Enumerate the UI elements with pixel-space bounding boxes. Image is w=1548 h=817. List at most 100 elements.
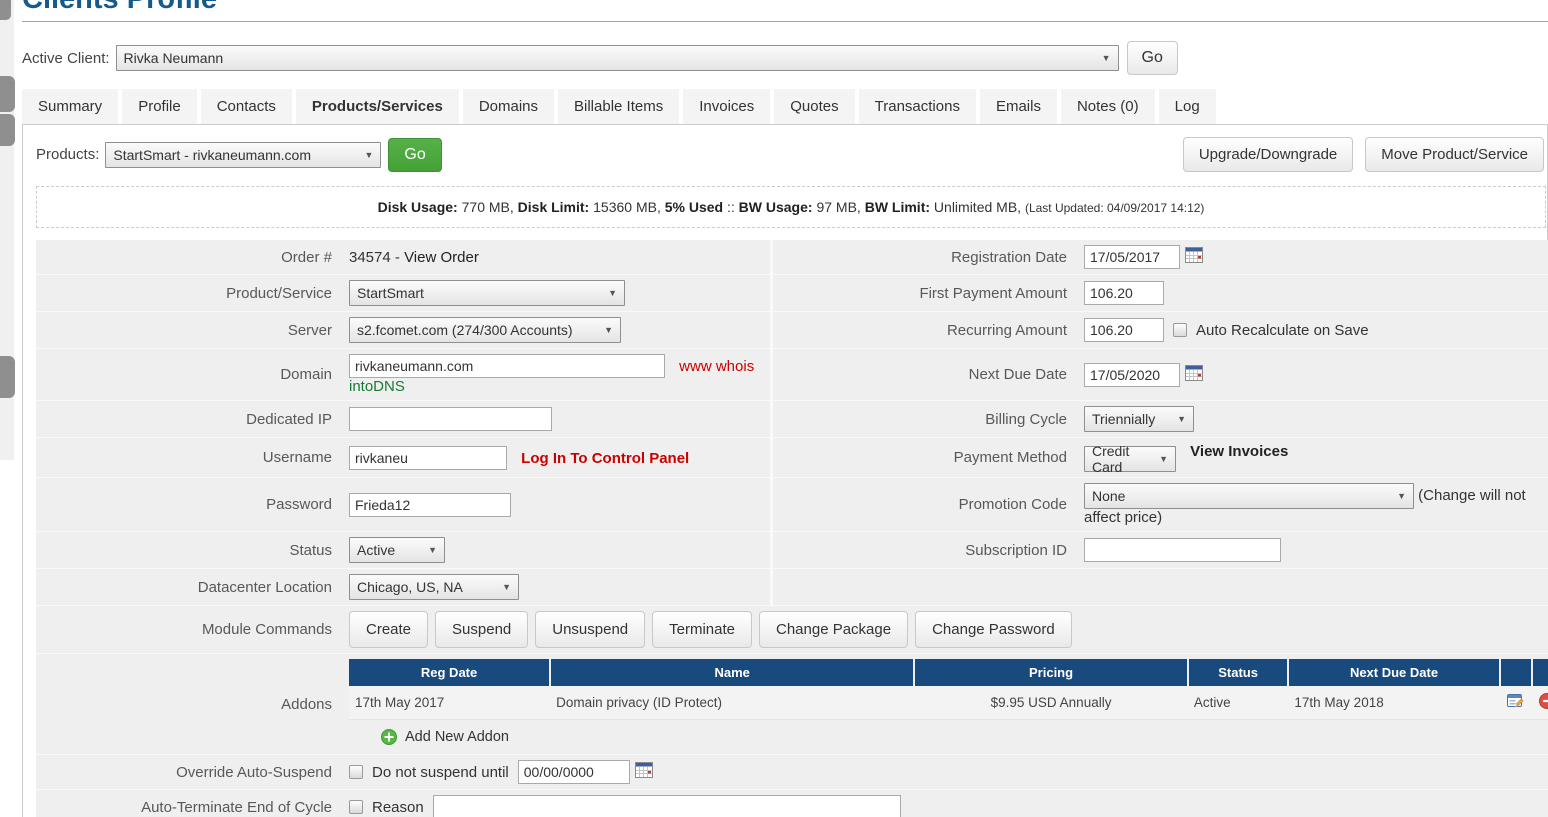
- whois-link[interactable]: whois: [716, 358, 754, 375]
- addon-name: Domain privacy (ID Protect): [550, 686, 915, 720]
- addons-header-name: Name: [549, 659, 915, 686]
- do-not-suspend-label: Do not suspend until: [372, 763, 509, 781]
- sidebar-edge-tab[interactable]: [0, 76, 15, 112]
- view-order-link[interactable]: View Order: [404, 249, 479, 266]
- upgrade-downgrade-button[interactable]: Upgrade/Downgrade: [1182, 137, 1354, 172]
- addons-header-status: Status: [1186, 659, 1289, 686]
- view-invoices-link[interactable]: View Invoices: [1190, 443, 1288, 460]
- recurring-amount-label: Recurring Amount: [769, 311, 1076, 349]
- tab-transactions[interactable]: Transactions: [858, 89, 976, 124]
- dedicated-ip-label: Dedicated IP: [36, 400, 341, 438]
- tab-contacts[interactable]: Contacts: [200, 89, 292, 124]
- auto-recalculate-checkbox[interactable]: [1173, 323, 1187, 337]
- active-client-selected-value: Rivka Neumann: [123, 50, 224, 66]
- tab-billable-items[interactable]: Billable Items: [558, 89, 680, 124]
- row-datacenter: Datacenter Location Chicago, US, NA ▼: [36, 568, 1548, 606]
- suspend-button[interactable]: Suspend: [435, 611, 529, 648]
- terminate-reason-input[interactable]: [432, 795, 901, 817]
- datacenter-select[interactable]: Chicago, US, NA ▼: [349, 574, 519, 600]
- intodns-link[interactable]: intoDNS: [349, 378, 405, 395]
- suspend-until-input[interactable]: [517, 760, 630, 784]
- tab-emails[interactable]: Emails: [979, 89, 1057, 124]
- unsuspend-button[interactable]: Unsuspend: [535, 611, 646, 648]
- username-input[interactable]: [349, 445, 507, 470]
- auto-terminate-label: Auto-Terminate End of Cycle: [36, 789, 341, 817]
- registration-date-input[interactable]: [1084, 245, 1180, 269]
- payment-method-select[interactable]: Credit Card ▼: [1084, 443, 1176, 475]
- password-label: Password: [36, 477, 341, 532]
- active-client-go-button[interactable]: Go: [1126, 41, 1178, 75]
- usage-summary-bar: Disk Usage: 770 MB, Disk Limit: 15360 MB…: [36, 186, 1546, 228]
- add-new-addon-button[interactable]: Add New Addon: [349, 720, 1548, 749]
- datacenter-label: Datacenter Location: [36, 568, 341, 606]
- change-password-button[interactable]: Change Password: [915, 611, 1072, 648]
- addons-label: Addons: [36, 653, 341, 755]
- status-label: Status: [36, 531, 341, 569]
- calendar-icon[interactable]: [1185, 247, 1203, 267]
- login-control-panel-link[interactable]: Log In To Control Panel: [521, 450, 689, 467]
- tab-domains[interactable]: Domains: [462, 89, 555, 124]
- status-select[interactable]: Active ▼: [349, 537, 445, 563]
- chevron-down-icon: ▼: [1159, 454, 1168, 464]
- tab-invoices[interactable]: Invoices: [683, 89, 771, 124]
- chevron-down-icon: ▼: [428, 545, 437, 555]
- sidebar-edge-tab[interactable]: [0, 356, 15, 398]
- billing-cycle-label: Billing Cycle: [769, 400, 1076, 438]
- product-service-select[interactable]: StartSmart ▼: [349, 280, 625, 306]
- tab-products-services[interactable]: Products/Services: [295, 89, 459, 124]
- addon-delete-icon[interactable]: [1531, 686, 1548, 720]
- first-payment-input[interactable]: [1084, 281, 1164, 305]
- calendar-icon[interactable]: [1185, 364, 1203, 385]
- calendar-icon[interactable]: [634, 762, 653, 782]
- server-select[interactable]: s2.fcomet.com (274/300 Accounts) ▼: [349, 317, 621, 343]
- addon-edit-icon[interactable]: [1499, 686, 1532, 720]
- active-client-row: Active Client: Rivka Neumann ▼ Go: [22, 41, 1548, 75]
- change-package-button[interactable]: Change Package: [759, 611, 909, 648]
- recurring-amount-input[interactable]: [1084, 318, 1164, 342]
- billing-cycle-select[interactable]: Triennially ▼: [1084, 406, 1194, 432]
- next-due-date-input[interactable]: [1084, 362, 1180, 387]
- addons-header-row: Reg Date Name Pricing Status Next Due Da…: [349, 659, 1548, 686]
- page-title: Clients Profile: [22, 0, 1548, 15]
- password-input[interactable]: [349, 492, 511, 517]
- terminate-button[interactable]: Terminate: [652, 611, 752, 648]
- sidebar-edge-tab[interactable]: [0, 0, 11, 20]
- row-override-suspend: Override Auto-Suspend Do not suspend unt…: [36, 754, 1548, 790]
- tab-profile[interactable]: Profile: [122, 89, 197, 124]
- products-select[interactable]: StartSmart - rivkaneumann.com ▼: [105, 141, 382, 168]
- addon-status: Active: [1187, 686, 1289, 720]
- promotion-code-select[interactable]: None ▼: [1084, 483, 1414, 509]
- active-client-select[interactable]: Rivka Neumann ▼: [115, 45, 1119, 71]
- username-label: Username: [36, 437, 341, 478]
- create-button[interactable]: Create: [349, 611, 429, 648]
- addons-table: Reg Date Name Pricing Status Next Due Da…: [349, 659, 1548, 720]
- next-due-date-label: Next Due Date: [769, 348, 1076, 401]
- tab-quotes[interactable]: Quotes: [774, 89, 855, 124]
- row-auto-terminate: Auto-Terminate End of Cycle Reason: [36, 789, 1548, 817]
- reason-label: Reason: [372, 798, 424, 816]
- www-link[interactable]: www: [679, 358, 712, 375]
- product-details-form: Order # 34574 - View Order Registration …: [36, 240, 1548, 817]
- products-selected-value: StartSmart - rivkaneumann.com: [113, 146, 311, 163]
- subscription-id-input[interactable]: [1084, 538, 1281, 562]
- tab-summary[interactable]: Summary: [22, 89, 119, 124]
- tab-notes[interactable]: Notes (0): [1060, 89, 1155, 124]
- addons-header-regdate: Reg Date: [349, 659, 551, 686]
- dedicated-ip-input[interactable]: [349, 407, 552, 431]
- auto-terminate-checkbox[interactable]: [349, 800, 363, 814]
- addons-header-edit: [1498, 659, 1532, 686]
- title-divider: [22, 21, 1548, 22]
- override-suspend-label: Override Auto-Suspend: [36, 754, 341, 790]
- order-label: Order #: [36, 240, 341, 275]
- row-module-commands: Module Commands Create Suspend Unsuspend…: [36, 605, 1548, 654]
- move-product-service-button[interactable]: Move Product/Service: [1365, 137, 1544, 172]
- sidebar-edge-tab[interactable]: [0, 114, 15, 146]
- chevron-down-icon: ▼: [1397, 491, 1406, 501]
- domain-input[interactable]: [349, 354, 665, 378]
- tab-bar: Summary Profile Contacts Products/Servic…: [22, 89, 1548, 124]
- tab-log[interactable]: Log: [1158, 89, 1216, 124]
- chevron-down-icon: ▼: [1101, 53, 1111, 63]
- products-go-button[interactable]: Go: [388, 137, 442, 172]
- products-label: Products:: [36, 146, 100, 163]
- override-suspend-checkbox[interactable]: [349, 765, 363, 779]
